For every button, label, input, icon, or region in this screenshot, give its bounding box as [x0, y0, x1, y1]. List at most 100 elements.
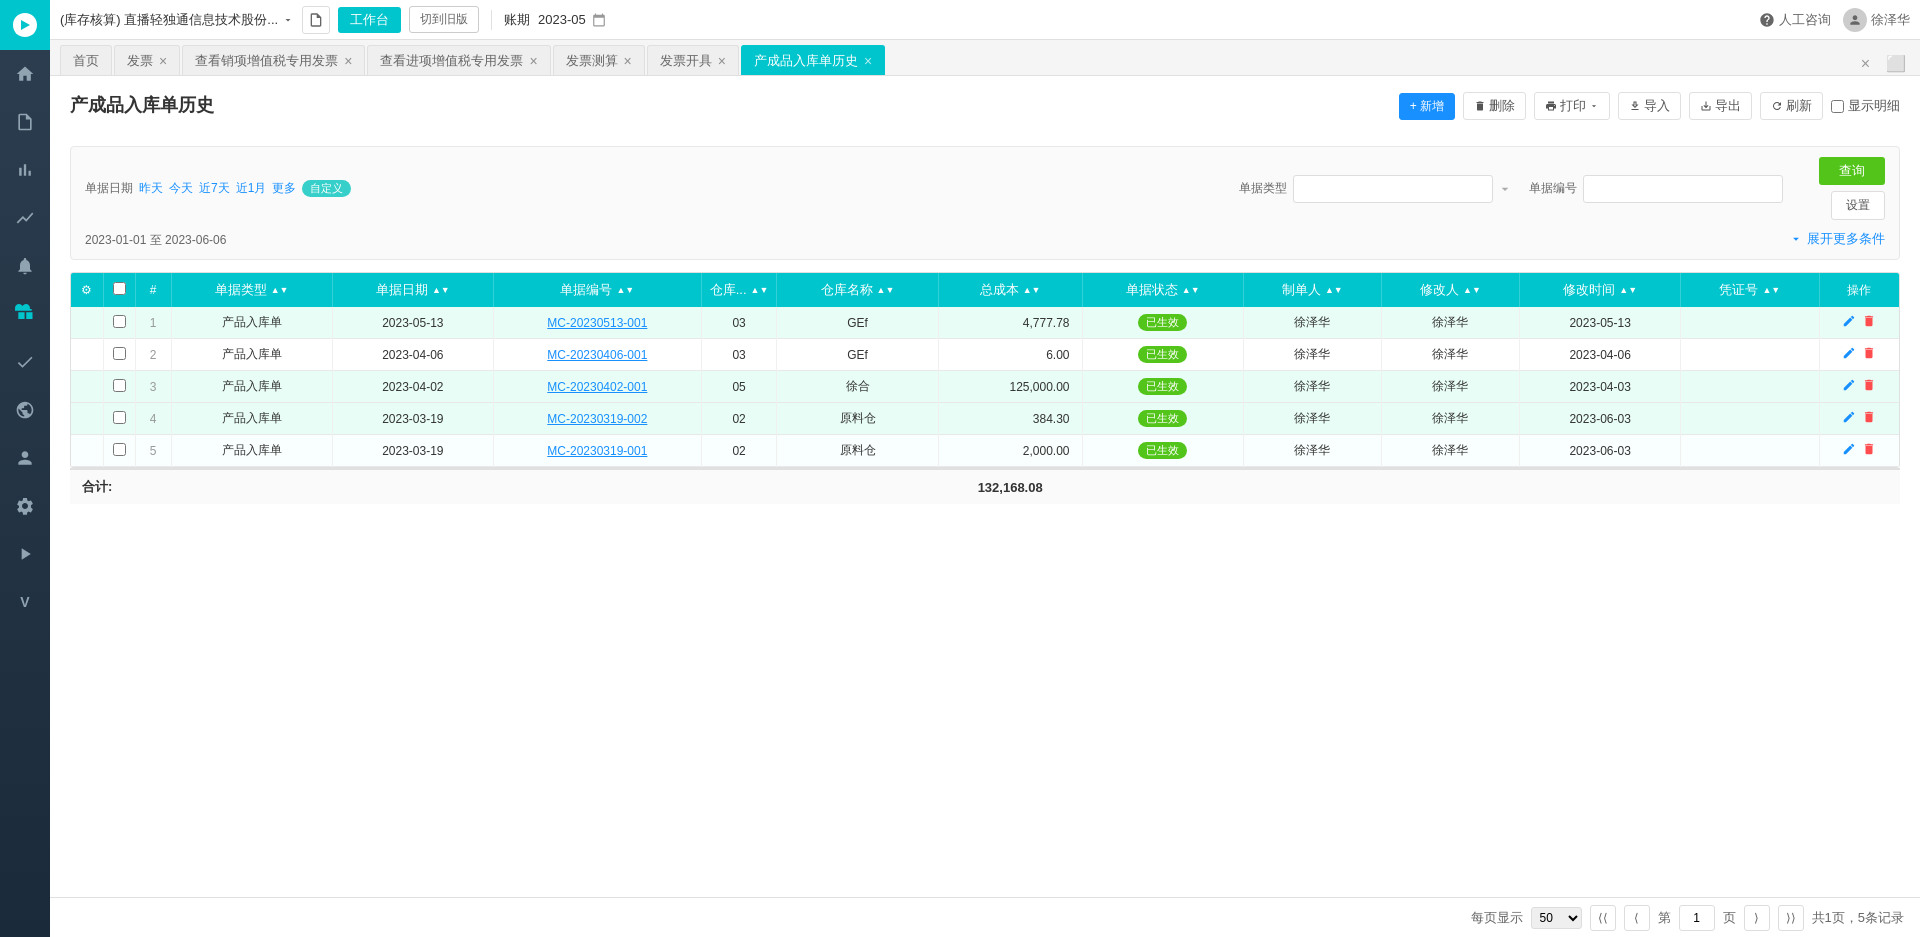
cell-modify-time: 2023-04-06	[1520, 339, 1681, 371]
row-checkbox-1[interactable]	[113, 347, 126, 360]
tab-open-close[interactable]: ×	[718, 54, 726, 68]
prev-page-button[interactable]: ⟨	[1624, 905, 1650, 931]
tab-invoice[interactable]: 发票 ×	[114, 45, 180, 75]
delete-icon-1[interactable]	[1862, 346, 1876, 363]
th-status[interactable]: 单据状态▲▼	[1082, 273, 1243, 307]
next-page-button[interactable]: ⟩	[1744, 905, 1770, 931]
row-checkbox-0[interactable]	[113, 315, 126, 328]
cell-number[interactable]: MC-20230406-001	[493, 339, 701, 371]
tab-product-history[interactable]: 产成品入库单历史 ×	[741, 45, 885, 75]
th-settings[interactable]: ⚙	[71, 273, 103, 307]
th-modify-time[interactable]: 修改时间▲▼	[1520, 273, 1681, 307]
sidebar-item-v[interactable]: V	[0, 578, 50, 626]
first-page-button[interactable]: ⟨⟨	[1590, 905, 1616, 931]
th-warehouse-code[interactable]: 仓库...▲▼	[701, 273, 777, 307]
select-all-checkbox[interactable]	[113, 282, 126, 295]
delete-icon-0[interactable]	[1862, 314, 1876, 331]
th-warehouse-name[interactable]: 仓库名称▲▼	[777, 273, 938, 307]
tab-invoice-close[interactable]: ×	[159, 54, 167, 68]
shortcut-yesterday[interactable]: 昨天	[139, 180, 163, 197]
shortcut-more[interactable]: 更多	[272, 180, 296, 197]
help-area[interactable]: 人工咨询	[1759, 11, 1831, 29]
tab-fullscreen[interactable]: ⬜	[1882, 52, 1910, 75]
cell-number[interactable]: MC-20230402-001	[493, 371, 701, 403]
per-page-select[interactable]: 50 100 200	[1531, 907, 1582, 929]
tab-product-history-close[interactable]: ×	[864, 54, 872, 68]
cell-number[interactable]: MC-20230319-001	[493, 435, 701, 467]
row-checkbox-4[interactable]	[113, 443, 126, 456]
shortcut-7days[interactable]: 近7天	[199, 180, 230, 197]
th-voucher[interactable]: 凭证号▲▼	[1681, 273, 1819, 307]
cell-checkbox[interactable]	[103, 435, 135, 467]
th-number[interactable]: 单据编号▲▼	[493, 273, 701, 307]
expand-conditions[interactable]: 展开更多条件	[1789, 230, 1885, 248]
tab-home[interactable]: 首页	[60, 45, 112, 75]
edit-icon-0[interactable]	[1842, 314, 1856, 331]
row-checkbox-2[interactable]	[113, 379, 126, 392]
tab-open[interactable]: 发票开具 ×	[647, 45, 739, 75]
tab-purchase-vat-close[interactable]: ×	[529, 54, 537, 68]
tab-sales-vat[interactable]: 查看销项增值税专用发票 ×	[182, 45, 365, 75]
edit-icon-3[interactable]	[1842, 410, 1856, 427]
cell-checkbox[interactable]	[103, 339, 135, 371]
tab-sales-vat-close[interactable]: ×	[344, 54, 352, 68]
cell-creator: 徐泽华	[1243, 339, 1381, 371]
tab-calc[interactable]: 发票测算 ×	[553, 45, 645, 75]
tab-purchase-vat[interactable]: 查看进项增值税专用发票 ×	[367, 45, 550, 75]
delete-icon-3[interactable]	[1862, 410, 1876, 427]
cell-index: 3	[135, 371, 171, 403]
th-type[interactable]: 单据类型▲▼	[171, 273, 332, 307]
shortcut-today[interactable]: 今天	[169, 180, 193, 197]
edit-icon-1[interactable]	[1842, 346, 1856, 363]
cell-checkbox[interactable]	[103, 307, 135, 339]
date-custom-tag[interactable]: 自定义	[302, 180, 351, 197]
switch-button[interactable]: 切到旧版	[409, 6, 479, 33]
cell-checkbox[interactable]	[103, 403, 135, 435]
import-button[interactable]: 导入	[1618, 92, 1681, 120]
number-input[interactable]	[1583, 175, 1783, 203]
user-area[interactable]: 徐泽华	[1843, 8, 1910, 32]
new-button[interactable]: + 新增	[1399, 93, 1455, 120]
edit-icon-4[interactable]	[1842, 442, 1856, 459]
sidebar-item-alert[interactable]	[0, 242, 50, 290]
sidebar-item-org[interactable]	[0, 386, 50, 434]
print-button[interactable]: 打印	[1534, 92, 1610, 120]
tab-close-all[interactable]: ×	[1857, 53, 1874, 75]
refresh-button[interactable]: 刷新	[1760, 92, 1823, 120]
tab-calc-close[interactable]: ×	[624, 54, 632, 68]
sidebar-item-home[interactable]	[0, 50, 50, 98]
sidebar-item-task[interactable]	[0, 338, 50, 386]
sidebar-item-settings[interactable]	[0, 482, 50, 530]
type-input[interactable]	[1293, 175, 1493, 203]
edit-icon-2[interactable]	[1842, 378, 1856, 395]
cell-checkbox[interactable]	[103, 371, 135, 403]
sidebar-item-docs[interactable]	[0, 98, 50, 146]
show-detail-checkbox[interactable]	[1831, 100, 1844, 113]
company-selector[interactable]: (库存核算) 直播轻独通信息技术股份...	[60, 11, 294, 29]
document-icon[interactable]	[302, 6, 330, 34]
workbench-button[interactable]: 工作台	[338, 7, 401, 33]
delete-icon-2[interactable]	[1862, 378, 1876, 395]
th-modifier[interactable]: 修改人▲▼	[1381, 273, 1519, 307]
last-page-button[interactable]: ⟩⟩	[1778, 905, 1804, 931]
set-button[interactable]: 设置	[1831, 191, 1885, 220]
th-checkbox[interactable]	[103, 273, 135, 307]
sidebar-item-user[interactable]	[0, 434, 50, 482]
delete-button[interactable]: 删除	[1463, 92, 1526, 120]
sidebar-item-inventory[interactable]	[0, 290, 50, 338]
sidebar-item-chart[interactable]	[0, 146, 50, 194]
sidebar-item-play[interactable]	[0, 530, 50, 578]
show-detail-toggle[interactable]: 显示明细	[1831, 97, 1900, 115]
row-checkbox-3[interactable]	[113, 411, 126, 424]
cell-number[interactable]: MC-20230319-002	[493, 403, 701, 435]
query-button[interactable]: 查询	[1819, 157, 1885, 185]
delete-icon-4[interactable]	[1862, 442, 1876, 459]
th-creator[interactable]: 制单人▲▼	[1243, 273, 1381, 307]
export-button[interactable]: 导出	[1689, 92, 1752, 120]
page-number-input[interactable]: 1	[1679, 905, 1715, 931]
shortcut-1month[interactable]: 近1月	[236, 180, 267, 197]
th-total-cost[interactable]: 总成本▲▼	[938, 273, 1082, 307]
cell-number[interactable]: MC-20230513-001	[493, 307, 701, 339]
sidebar-item-analytics[interactable]	[0, 194, 50, 242]
th-date[interactable]: 单据日期▲▼	[332, 273, 493, 307]
